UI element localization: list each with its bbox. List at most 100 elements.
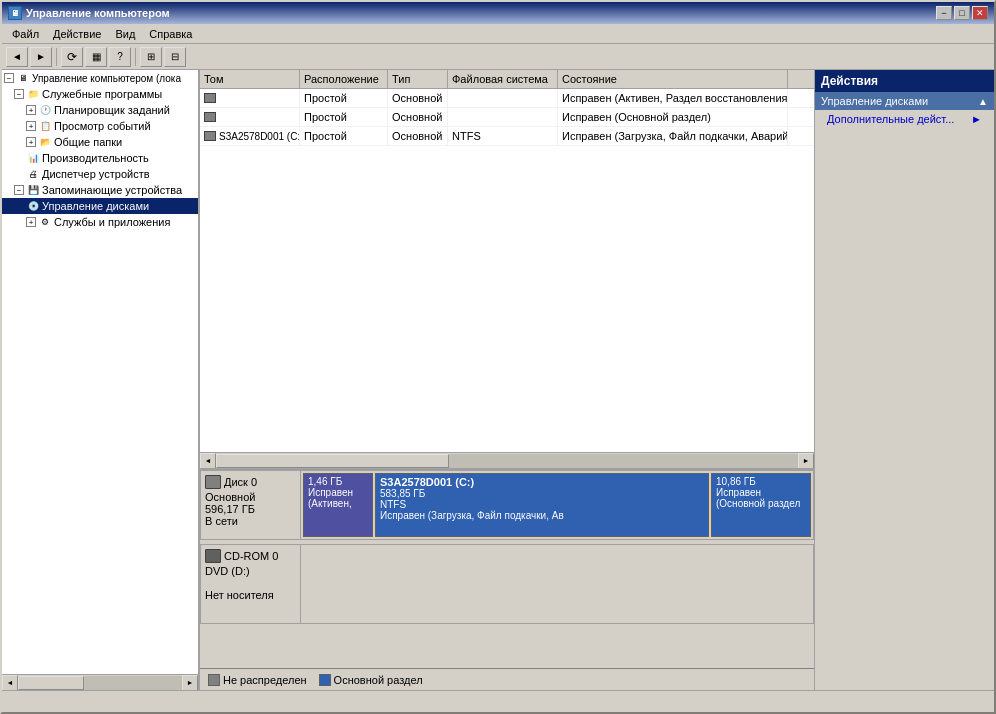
col-type[interactable]: Тип xyxy=(388,70,448,88)
legend-unallocated: Не распределен xyxy=(208,674,307,686)
partition-main[interactable]: S3A2578D001 (C:) 583,85 ГБ NTFS Исправен… xyxy=(375,473,709,537)
part0-size: 1,46 ГБ xyxy=(308,476,368,487)
tree-expand-root[interactable]: − xyxy=(4,73,14,83)
tree-expand-scheduler[interactable]: + xyxy=(26,105,36,115)
table-row[interactable]: Простой Основной Исправен (Основной разд… xyxy=(200,108,814,127)
tree-services-label: Служебные программы xyxy=(42,88,162,100)
clock-icon: 🕐 xyxy=(38,103,52,117)
tree-root-label: Управление компьютером (лока xyxy=(32,73,181,84)
actions-section[interactable]: Управление дисками ▲ xyxy=(815,92,994,110)
menu-view[interactable]: Вид xyxy=(109,26,141,42)
actions-panel: Действия Управление дисками ▲ Дополнител… xyxy=(814,70,994,690)
tree-devices[interactable]: 🖨 Диспетчер устройств xyxy=(2,166,198,182)
actions-section-label: Управление дисками xyxy=(821,95,928,107)
refresh-button[interactable]: ⟳ xyxy=(61,47,83,67)
tree-perf-label: Производительность xyxy=(42,152,149,164)
table-hscrollbar[interactable]: ◄ ► xyxy=(200,452,814,468)
part1-status: Исправен (Загрузка, Файл подкачки, Ав xyxy=(380,510,704,521)
tree-disk-mgmt[interactable]: 💿 Управление дисками xyxy=(2,198,198,214)
table-scroll-right[interactable]: ► xyxy=(798,453,814,469)
tree-root[interactable]: − 🖥 Управление компьютером (лока xyxy=(2,70,198,86)
tree-storage[interactable]: − 💾 Запоминающие устройства xyxy=(2,182,198,198)
table-row[interactable]: Простой Основной Исправен (Активен, Разд… xyxy=(200,89,814,108)
tree-services-apps[interactable]: + ⚙ Службы и приложения xyxy=(2,214,198,230)
tree-perf[interactable]: 📊 Производительность xyxy=(2,150,198,166)
cdrom-row: CD-ROM 0 DVD (D:) Нет носителя xyxy=(200,544,814,624)
cdrom-icon xyxy=(205,549,221,563)
window-title: Управление компьютером xyxy=(26,7,170,19)
disk-icon-row3 xyxy=(204,131,216,141)
export-button[interactable]: ⊞ xyxy=(140,47,162,67)
part1-name: S3A2578D001 (C:) xyxy=(380,476,704,488)
tree-expand-svc[interactable]: + xyxy=(26,217,36,227)
tree-expand-shared[interactable]: + xyxy=(26,137,36,147)
chart-icon: 📊 xyxy=(26,151,40,165)
menu-file[interactable]: Файл xyxy=(6,26,45,42)
folder-icon: 📁 xyxy=(26,87,40,101)
partition-unallocated[interactable]: 1,46 ГБ Исправен (Активен, xyxy=(303,473,373,537)
disk0-icon-row: Диск 0 xyxy=(205,475,296,489)
help-button[interactable]: ? xyxy=(109,47,131,67)
tree-toggle-button[interactable]: ▦ xyxy=(85,47,107,67)
disk-icon-row2 xyxy=(204,112,216,122)
left-scroll-track[interactable] xyxy=(18,676,182,690)
actions-more-arrow: ► xyxy=(971,113,982,125)
cdrom-type: DVD (D:) xyxy=(205,565,296,577)
tree-expand-storage[interactable]: − xyxy=(14,185,24,195)
row3-tom-label: S3A2578D001 (C:) xyxy=(219,131,300,142)
table-header: Том Расположение Тип Файловая система Со… xyxy=(200,70,814,89)
left-scroll-left[interactable]: ◄ xyxy=(2,675,18,691)
tree-events[interactable]: + 📋 Просмотр событий xyxy=(2,118,198,134)
row1-type: Основной xyxy=(388,89,448,107)
tree-shared[interactable]: + 📂 Общие папки xyxy=(2,134,198,150)
forward-button[interactable]: ► xyxy=(30,47,52,67)
row3-type: Основной xyxy=(388,127,448,145)
disk0-row: Диск 0 Основной 596,17 ГБ В сети 1,46 ГБ… xyxy=(200,470,814,540)
row3-fs: NTFS xyxy=(448,127,558,145)
cdrom-label: CD-ROM 0 DVD (D:) Нет носителя xyxy=(201,545,301,623)
log-icon: 📋 xyxy=(38,119,52,133)
tree-scheduler-label: Планировщик заданий xyxy=(54,104,170,116)
device-icon: 🖨 xyxy=(26,167,40,181)
center-actions-area: Том Расположение Тип Файловая система Со… xyxy=(200,70,994,690)
center-actions-inner: Том Расположение Тип Файловая система Со… xyxy=(200,70,994,690)
row3-location: Простой xyxy=(300,127,388,145)
left-bottom-scrollbar[interactable]: ◄ ► xyxy=(2,674,198,690)
tree-scheduler[interactable]: + 🕐 Планировщик заданий xyxy=(2,102,198,118)
disk-mgmt-icon: 💿 xyxy=(26,199,40,213)
menu-help[interactable]: Справка xyxy=(143,26,198,42)
col-fs[interactable]: Файловая система xyxy=(448,70,558,88)
actions-more[interactable]: Дополнительные дейст... ► xyxy=(815,110,994,128)
part2-size: 10,86 ГБ xyxy=(716,476,806,487)
tree-services[interactable]: − 📁 Служебные программы xyxy=(2,86,198,102)
minimize-button[interactable]: − xyxy=(936,6,952,20)
table-row[interactable]: S3A2578D001 (C:) Простой Основной NTFS И… xyxy=(200,127,814,146)
tree-storage-label: Запоминающие устройства xyxy=(42,184,182,196)
col-tom[interactable]: Том xyxy=(200,70,300,88)
legend-basic-box xyxy=(319,674,331,686)
close-button[interactable]: ✕ xyxy=(972,6,988,20)
table-scroll-track[interactable] xyxy=(216,454,798,468)
partition-end[interactable]: 10,86 ГБ Исправен (Основной раздел xyxy=(711,473,811,537)
tree-disk-mgmt-label: Управление дисками xyxy=(42,200,149,212)
row2-location: Простой xyxy=(300,108,388,126)
col-location[interactable]: Расположение xyxy=(300,70,388,88)
tree-expand-events[interactable]: + xyxy=(26,121,36,131)
cdrom-icon-row: CD-ROM 0 xyxy=(205,549,296,563)
row2-state: Исправен (Основной раздел) xyxy=(558,108,788,126)
tree-expand-services[interactable]: − xyxy=(14,89,24,99)
back-button[interactable]: ◄ xyxy=(6,47,28,67)
properties-button[interactable]: ⊟ xyxy=(164,47,186,67)
table-scroll-left[interactable]: ◄ xyxy=(200,453,216,469)
title-bar: 🖥 Управление компьютером − □ ✕ xyxy=(2,2,994,24)
status-bar xyxy=(2,690,994,712)
disk0-label: Диск 0 Основной 596,17 ГБ В сети xyxy=(201,471,301,539)
table-area: Том Расположение Тип Файловая система Со… xyxy=(200,70,814,468)
row1-state: Исправен (Активен, Раздел восстановления… xyxy=(558,89,788,107)
menu-action[interactable]: Действие xyxy=(47,26,107,42)
tree-devices-label: Диспетчер устройств xyxy=(42,168,150,180)
maximize-button[interactable]: □ xyxy=(954,6,970,20)
left-scroll-right[interactable]: ► xyxy=(182,675,198,691)
part1-size: 583,85 ГБ xyxy=(380,488,704,499)
col-state[interactable]: Состояние xyxy=(558,70,788,88)
